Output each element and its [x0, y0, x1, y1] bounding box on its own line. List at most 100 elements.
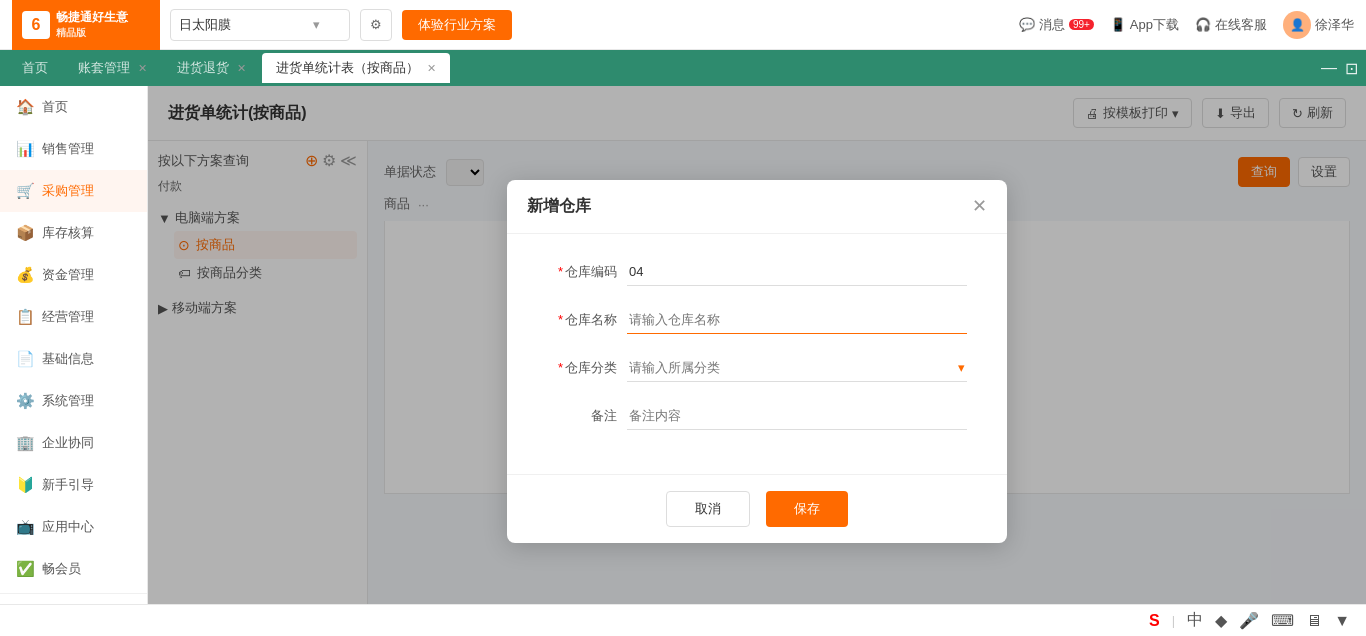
tab-purchase-return[interactable]: 进货退货 ✕: [163, 53, 260, 83]
tab-bar: 首页 账套管理 ✕ 进货退货 ✕ 进货单统计表（按商品） ✕ — ⊡: [0, 50, 1366, 86]
code-label: 仓库编码: [547, 263, 627, 281]
tab-purchase-stats[interactable]: 进货单统计表（按商品） ✕: [262, 53, 450, 83]
message-label: 消息: [1039, 16, 1065, 34]
sidebar-vip-label: 畅会员: [42, 560, 81, 578]
tab-minimize-icon[interactable]: —: [1321, 59, 1337, 78]
sidebar-item-basic-info[interactable]: 📄 基础信息: [0, 338, 147, 380]
sidebar-operations-label: 经营管理: [42, 308, 94, 326]
finance-icon: 💰: [16, 266, 34, 284]
sidebar-enterprise-label: 企业协同: [42, 434, 94, 452]
logo-area: 6 畅捷通好生意 精品版: [12, 0, 160, 50]
sidebar-system-label: 系统管理: [42, 392, 94, 410]
search-input[interactable]: [179, 17, 309, 32]
name-input[interactable]: [627, 306, 967, 334]
username-label: 徐泽华: [1315, 16, 1354, 34]
brand-line2: 精品版: [56, 26, 128, 39]
sidebar-item-operations[interactable]: 📋 经营管理: [0, 296, 147, 338]
tab-home-label: 首页: [22, 59, 48, 77]
sidebar-inventory-label: 库存核算: [42, 224, 94, 242]
code-input[interactable]: [627, 258, 967, 286]
headphone-icon: 🎧: [1195, 17, 1211, 32]
tab-purchase-return-close[interactable]: ✕: [237, 62, 246, 75]
app-download-label: App下载: [1130, 16, 1179, 34]
tab-expand-icon[interactable]: ⊡: [1345, 59, 1358, 78]
message-badge: 99+: [1069, 19, 1094, 30]
message-item[interactable]: 💬 消息 99+: [1019, 16, 1094, 34]
sidebar-item-inventory[interactable]: 📦 库存核算: [0, 212, 147, 254]
cancel-button[interactable]: 取消: [666, 491, 750, 527]
form-row-category: 仓库分类 ▾: [547, 354, 967, 382]
sidebar-item-newbie[interactable]: 🔰 新手引导: [0, 464, 147, 506]
mobile-icon: 📱: [1110, 17, 1126, 32]
category-arrow-icon: ▾: [958, 360, 965, 375]
inventory-icon: 📦: [16, 224, 34, 242]
category-select-wrap[interactable]: ▾: [627, 354, 967, 382]
note-input[interactable]: [627, 402, 967, 430]
bottom-separator: |: [1172, 613, 1175, 628]
user-item[interactable]: 👤 徐泽华: [1283, 11, 1354, 39]
tab-purchase-stats-close[interactable]: ✕: [427, 62, 436, 75]
save-button[interactable]: 保存: [766, 491, 848, 527]
sidebar-item-purchase[interactable]: 🛒 采购管理: [0, 170, 147, 212]
logo-text: 畅捷通好生意 精品版: [56, 10, 128, 39]
sidebar-item-enterprise[interactable]: 🏢 企业协同: [0, 422, 147, 464]
sidebar-sales-label: 销售管理: [42, 140, 94, 158]
home-icon: 🏠: [16, 98, 34, 116]
sidebar-home-label: 首页: [42, 98, 68, 116]
form-row-note: 备注: [547, 402, 967, 430]
sidebar-item-app-center[interactable]: 📺 应用中心: [0, 506, 147, 548]
monitor-icon[interactable]: 🖥: [1306, 612, 1322, 630]
logo-icon: 6: [22, 11, 50, 39]
settings-icon[interactable]: ⚙: [360, 9, 392, 41]
app-center-icon: 📺: [16, 518, 34, 536]
tab-purchase-return-label: 进货退货: [177, 59, 229, 77]
sales-icon: 📊: [16, 140, 34, 158]
sidebar-app-center-label: 应用中心: [42, 518, 94, 536]
enterprise-icon: 🏢: [16, 434, 34, 452]
tab-purchase-stats-label: 进货单统计表（按商品）: [276, 59, 419, 77]
trial-button[interactable]: 体验行业方案: [402, 10, 512, 40]
mic-icon[interactable]: 🎤: [1239, 611, 1259, 630]
modal-close-icon[interactable]: ✕: [972, 197, 987, 215]
tab-actions: — ⊡: [1321, 59, 1358, 78]
avatar: 👤: [1283, 11, 1311, 39]
name-label: 仓库名称: [547, 311, 627, 329]
sidebar-basic-info-label: 基础信息: [42, 350, 94, 368]
app-download-item[interactable]: 📱 App下载: [1110, 16, 1179, 34]
lang-icon[interactable]: 中: [1187, 610, 1203, 631]
bottom-bar: S | 中 ◆ 🎤 ⌨ 🖥 ▼: [0, 604, 1366, 636]
diamond-icon[interactable]: ◆: [1215, 611, 1227, 630]
sidebar-item-sales[interactable]: 📊 销售管理: [0, 128, 147, 170]
newbie-icon: 🔰: [16, 476, 34, 494]
modal-header: 新增仓库 ✕: [507, 180, 1007, 234]
form-row-code: 仓库编码: [547, 258, 967, 286]
tab-account[interactable]: 账套管理 ✕: [64, 53, 161, 83]
purchase-icon: 🛒: [16, 182, 34, 200]
top-header: 6 畅捷通好生意 精品版 ▾ ⚙ 体验行业方案 💬 消息 99+ 📱 App下载…: [0, 0, 1366, 50]
basic-info-icon: 📄: [16, 350, 34, 368]
bottom-logo: S: [1149, 612, 1160, 630]
category-input[interactable]: [629, 360, 958, 375]
vip-icon: ✅: [16, 560, 34, 578]
online-service-item[interactable]: 🎧 在线客服: [1195, 16, 1267, 34]
tab-account-close[interactable]: ✕: [138, 62, 147, 75]
modal-overlay[interactable]: 新增仓库 ✕ 仓库编码 仓库名称 仓库: [148, 86, 1366, 636]
tab-home[interactable]: 首页: [8, 53, 62, 83]
tab-account-label: 账套管理: [78, 59, 130, 77]
form-row-name: 仓库名称: [547, 306, 967, 334]
modal-title: 新增仓库: [527, 196, 591, 217]
main-layout: 🏠 首页 📊 销售管理 🛒 采购管理 📦 库存核算 💰 资金管理 📋 经营管理 …: [0, 86, 1366, 636]
sidebar-item-finance[interactable]: 💰 资金管理: [0, 254, 147, 296]
arrow-down-icon[interactable]: ▼: [1334, 612, 1350, 630]
sidebar-item-system[interactable]: ⚙️ 系统管理: [0, 380, 147, 422]
sidebar-item-home[interactable]: 🏠 首页: [0, 86, 147, 128]
note-label: 备注: [547, 407, 627, 425]
online-service-label: 在线客服: [1215, 16, 1267, 34]
sidebar-item-vip[interactable]: ✅ 畅会员: [0, 548, 147, 590]
modal-body: 仓库编码 仓库名称 仓库分类 ▾: [507, 234, 1007, 474]
modal-footer: 取消 保存: [507, 474, 1007, 543]
sidebar-finance-label: 资金管理: [42, 266, 94, 284]
search-bar[interactable]: ▾: [170, 9, 350, 41]
keyboard-icon[interactable]: ⌨: [1271, 611, 1294, 630]
header-right: 💬 消息 99+ 📱 App下载 🎧 在线客服 👤 徐泽华: [1019, 11, 1354, 39]
